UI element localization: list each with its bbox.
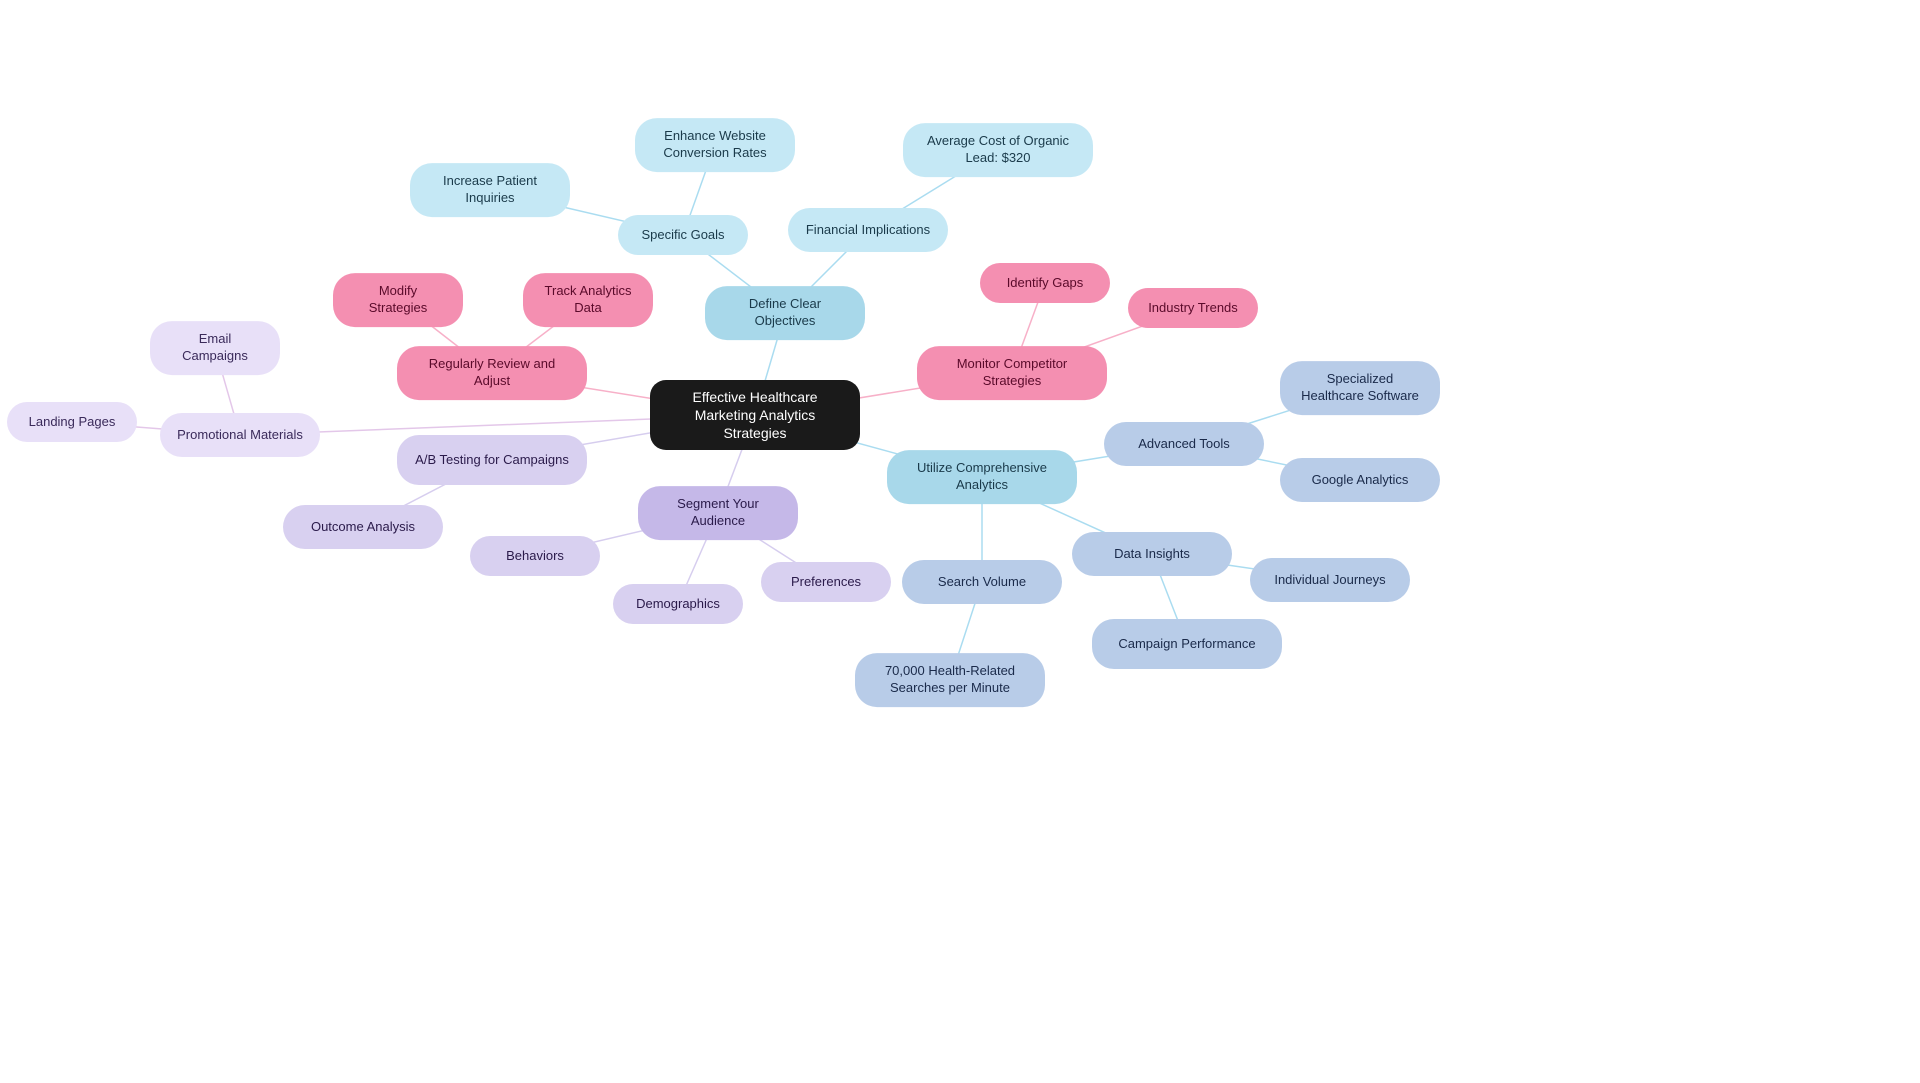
node-data_insights: Data Insights xyxy=(1072,532,1232,576)
node-specific_goals: Specific Goals xyxy=(618,215,748,255)
node-search_volume: Search Volume xyxy=(902,560,1062,604)
node-increase_patient: Increase Patient Inquiries xyxy=(410,163,570,217)
node-identify_gaps: Identify Gaps xyxy=(980,263,1110,303)
node-industry_trends: Industry Trends xyxy=(1128,288,1258,328)
node-health_searches: 70,000 Health-Related Searches per Minut… xyxy=(855,653,1045,707)
node-campaign_performance: Campaign Performance xyxy=(1092,619,1282,669)
node-enhance_website: Enhance Website Conversion Rates xyxy=(635,118,795,172)
node-regularly_review: Regularly Review and Adjust xyxy=(397,346,587,400)
node-define_clear_objectives: Define Clear Objectives xyxy=(705,286,865,340)
node-individual_journeys: Individual Journeys xyxy=(1250,558,1410,602)
node-monitor_competitor: Monitor Competitor Strategies xyxy=(917,346,1107,400)
node-demographics: Demographics xyxy=(613,584,743,624)
node-center: Effective Healthcare Marketing Analytics… xyxy=(650,380,860,450)
node-outcome_analysis: Outcome Analysis xyxy=(283,505,443,549)
node-ab_testing: A/B Testing for Campaigns xyxy=(397,435,587,485)
node-segment_audience: Segment Your Audience xyxy=(638,486,798,540)
node-google_analytics: Google Analytics xyxy=(1280,458,1440,502)
node-specialized_software: Specialized Healthcare Software xyxy=(1280,361,1440,415)
node-behaviors: Behaviors xyxy=(470,536,600,576)
node-advanced_tools: Advanced Tools xyxy=(1104,422,1264,466)
node-email_campaigns: Email Campaigns xyxy=(150,321,280,375)
node-track_analytics: Track Analytics Data xyxy=(523,273,653,327)
node-promotional_materials: Promotional Materials xyxy=(160,413,320,457)
node-financial_implications: Financial Implications xyxy=(788,208,948,252)
mindmap-container: Effective Healthcare Marketing Analytics… xyxy=(0,0,1920,1083)
node-utilize_comprehensive: Utilize Comprehensive Analytics xyxy=(887,450,1077,504)
node-modify_strategies: Modify Strategies xyxy=(333,273,463,327)
node-average_cost: Average Cost of Organic Lead: $320 xyxy=(903,123,1093,177)
node-preferences: Preferences xyxy=(761,562,891,602)
node-landing_pages: Landing Pages xyxy=(7,402,137,442)
